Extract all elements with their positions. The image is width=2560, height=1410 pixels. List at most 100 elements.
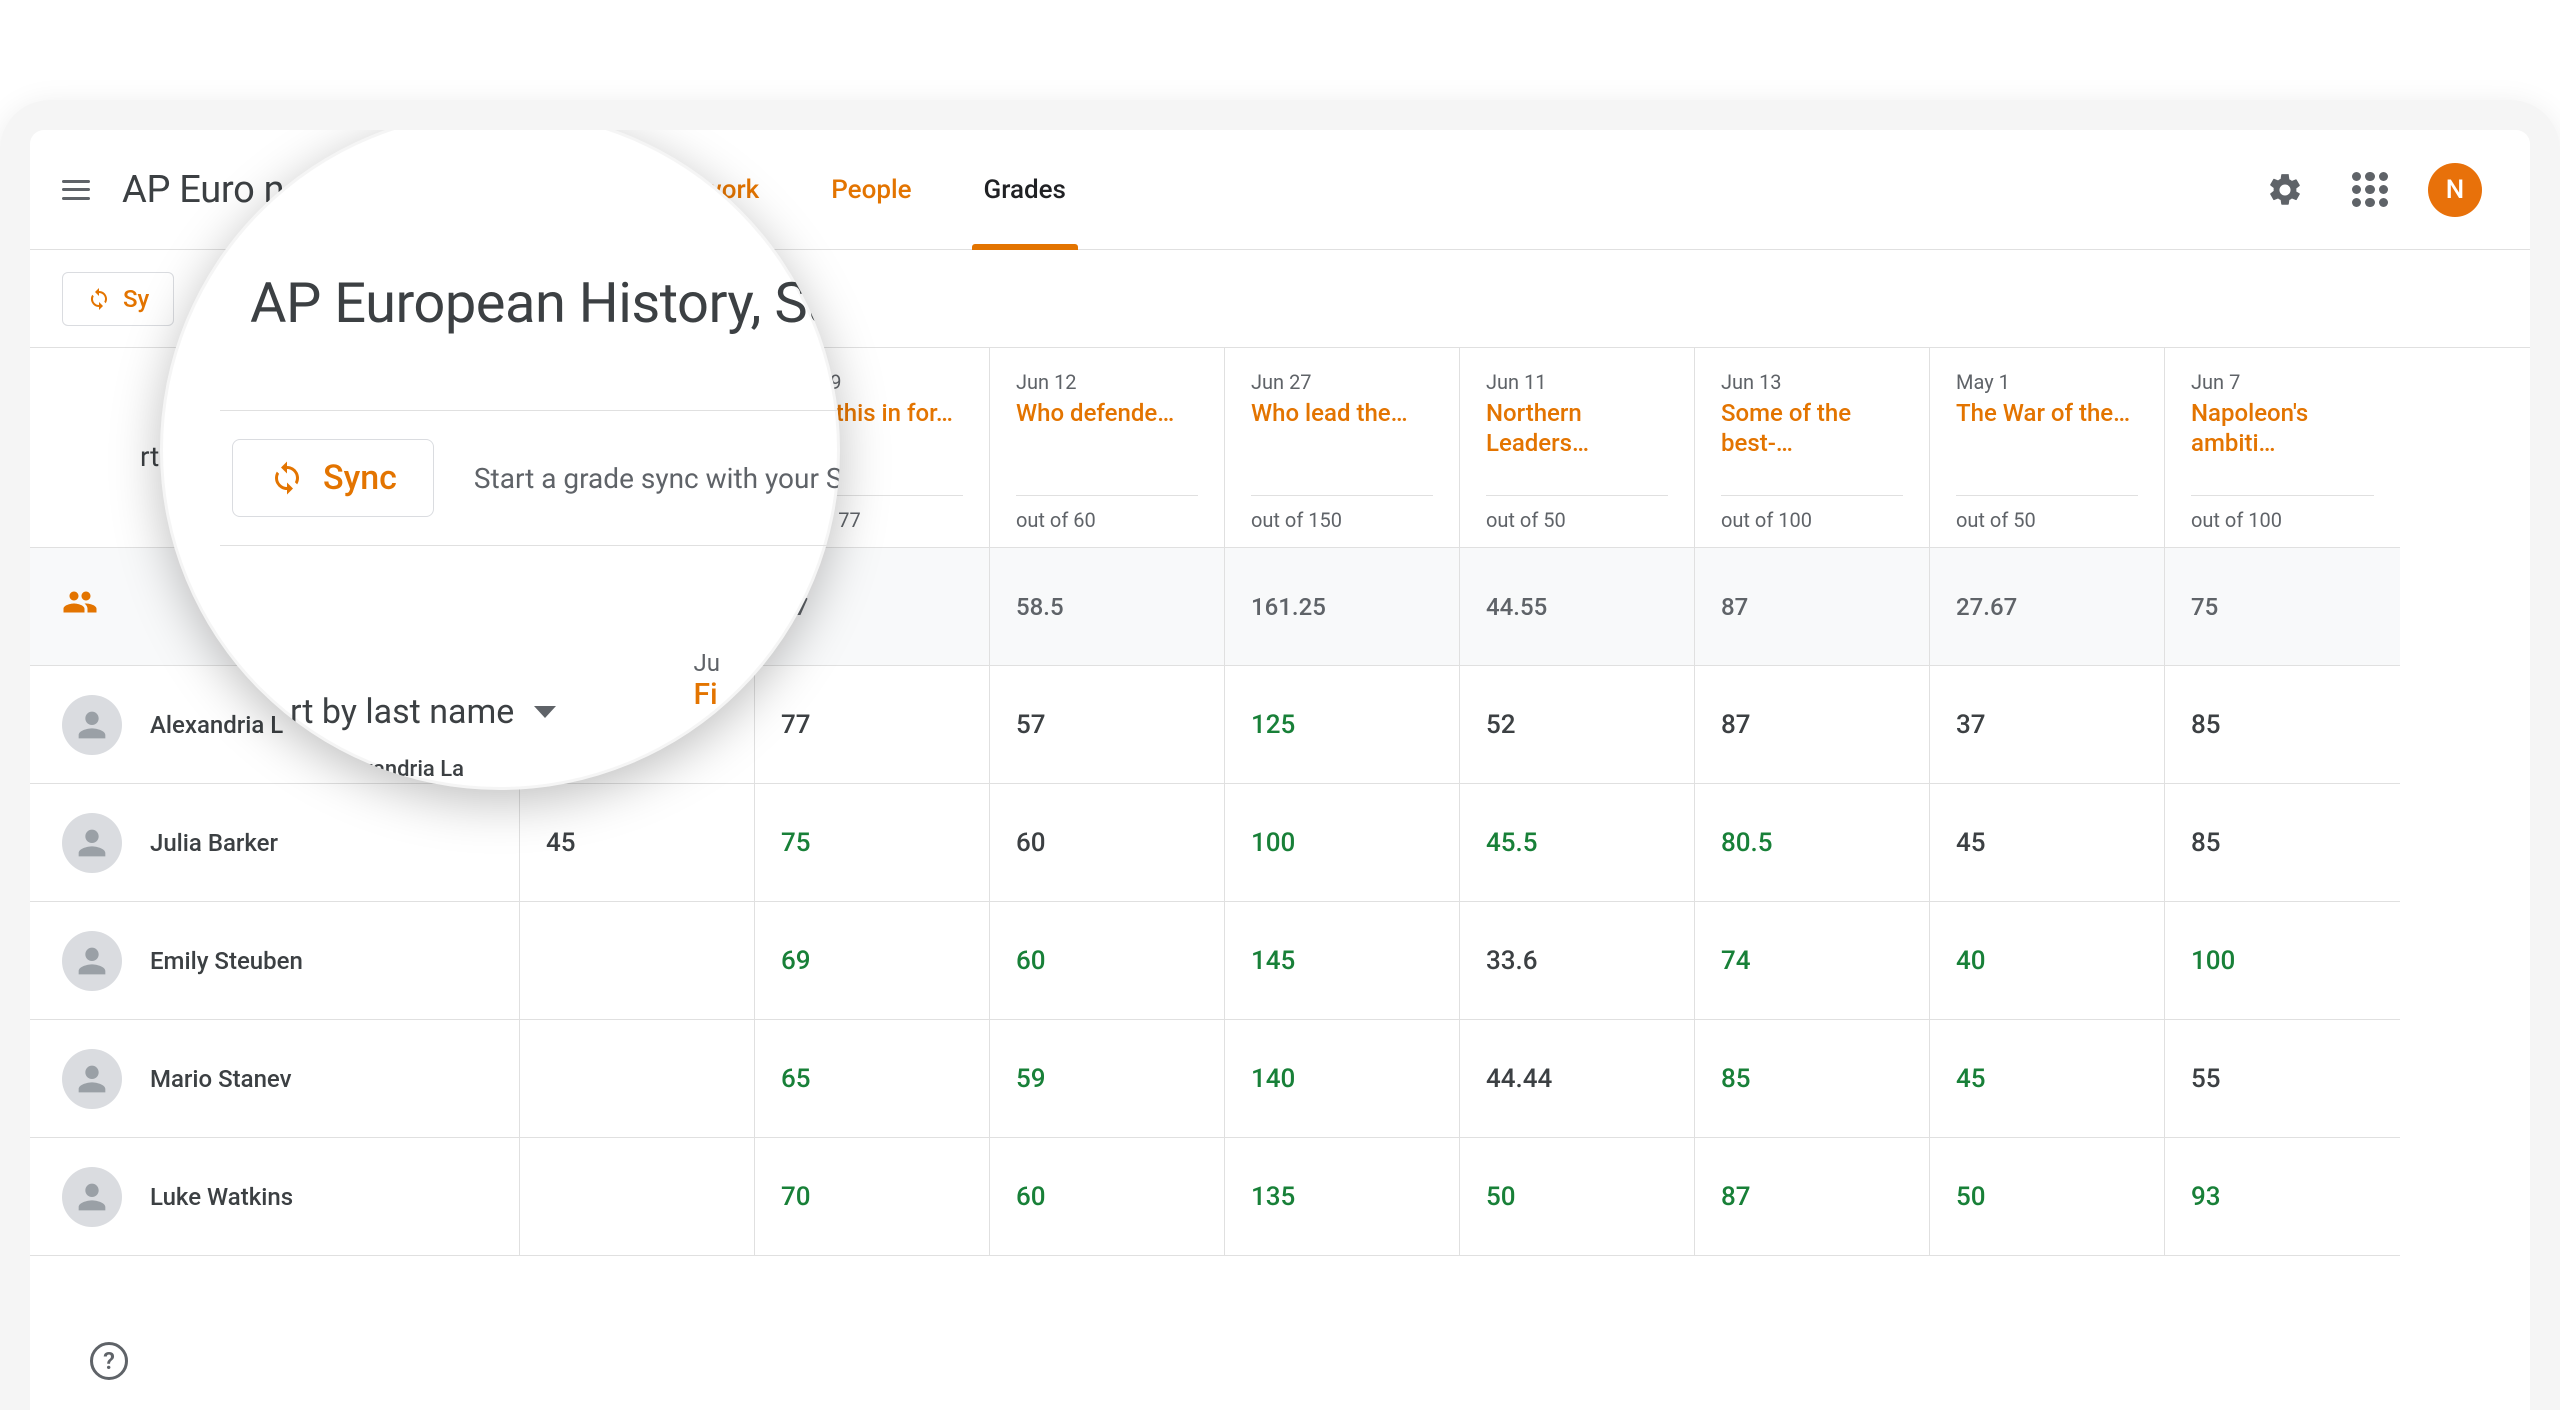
overall-grade-cell[interactable]: 45 [520, 784, 755, 902]
student-name: Julia Barker [150, 829, 278, 857]
assignment-header[interactable]: Jun 13 Some of the best-… out of 100 [1695, 348, 1930, 548]
help-icon[interactable]: ? [90, 1342, 128, 1380]
assignment-header[interactable]: Jun 7 Napoleon's ambiti… out of 100 [2165, 348, 2400, 548]
sync-icon [269, 460, 305, 496]
grade-cell[interactable]: 135 [1225, 1138, 1460, 1256]
class-avg-cell: 58.5 [990, 548, 1225, 666]
assignment-header[interactable]: Jun 11 Northern Leaders… out of 50 [1460, 348, 1695, 548]
grade-cell[interactable]: 69 [755, 902, 990, 1020]
apps-icon[interactable] [2352, 172, 2388, 208]
grade-cell[interactable]: 57 [990, 666, 1225, 784]
grade-cell[interactable]: 93 [2165, 1138, 2400, 1256]
magnified-class-title: AP European History, Su [250, 270, 838, 336]
class-avg-cell: 87 [1695, 548, 1930, 666]
class-avg-cell: 27.67 [1930, 548, 2165, 666]
sync-icon [87, 287, 111, 311]
tab-people[interactable]: People [831, 131, 911, 249]
student-avatar [62, 695, 122, 755]
avatar[interactable]: N [2428, 163, 2482, 217]
grade-cell[interactable]: 52 [1460, 666, 1695, 784]
grade-cell[interactable]: 60 [990, 1138, 1225, 1256]
grade-cell[interactable]: 33.6 [1460, 902, 1695, 1020]
student-avatar [62, 1167, 122, 1227]
tab-grades[interactable]: Grades [984, 131, 1066, 249]
student-name: Emily Steuben [150, 947, 303, 975]
assignment-title: Who defende… [1016, 398, 1198, 428]
grade-cell[interactable]: 45 [1930, 1020, 2165, 1138]
magnified-col-date: Ju [694, 649, 720, 677]
magnified-sync-button[interactable]: Sync [232, 439, 434, 517]
student-row-header[interactable]: Emily Steuben [30, 902, 520, 1020]
grade-cell[interactable]: 85 [2165, 784, 2400, 902]
sync-button-label: Sy [123, 285, 149, 313]
grade-cell[interactable]: 87 [1695, 666, 1930, 784]
grade-cell[interactable]: 44.44 [1460, 1020, 1695, 1138]
assignment-date: Jun 11 [1486, 370, 1668, 394]
grade-cell[interactable]: 45.5 [1460, 784, 1695, 902]
assignment-header[interactable]: Jun 12 Who defende… out of 60 [990, 348, 1225, 548]
grade-cell[interactable]: 45 [1930, 784, 2165, 902]
student-row-header[interactable]: Julia Barker [30, 784, 520, 902]
grade-cell[interactable]: 85 [2165, 666, 2400, 784]
assignment-date: Jun 12 [1016, 370, 1198, 394]
grade-cell[interactable]: 50 [1930, 1138, 2165, 1256]
grade-cell[interactable]: 100 [2165, 902, 2400, 1020]
student-name: Luke Watkins [150, 1183, 293, 1211]
grade-cell[interactable]: 65 [755, 1020, 990, 1138]
assignment-header[interactable]: May 1 The War of the… out of 50 [1930, 348, 2165, 548]
menu-icon[interactable] [62, 176, 90, 204]
overall-grade-cell[interactable] [520, 1138, 755, 1256]
assignment-header[interactable]: Jun 27 Who lead the… out of 150 [1225, 348, 1460, 548]
assignment-outof: out of 50 [1486, 508, 1566, 532]
student-row-header[interactable]: Mario Stanev [30, 1020, 520, 1138]
sync-button[interactable]: Sy [62, 272, 174, 326]
grade-cell[interactable]: 74 [1695, 902, 1930, 1020]
gear-icon[interactable] [2266, 171, 2304, 209]
student-row-header[interactable]: Luke Watkins [30, 1138, 520, 1256]
people-icon [62, 584, 98, 629]
grade-cell[interactable]: 145 [1225, 902, 1460, 1020]
class-avg-cell: 161.25 [1225, 548, 1460, 666]
student-name: Mario Stanev [150, 1065, 292, 1093]
grade-cell[interactable]: 50 [1460, 1138, 1695, 1256]
grade-cell[interactable]: 87 [1695, 1138, 1930, 1256]
assignment-title: Napoleon's ambiti… [2191, 398, 2374, 458]
chevron-down-icon[interactable] [534, 706, 556, 718]
grade-cell[interactable]: 60 [990, 784, 1225, 902]
magnified-col-title: Fi [694, 677, 720, 712]
assignment-outof: out of 60 [1016, 508, 1096, 532]
assignment-date: Jun 7 [2191, 370, 2374, 394]
assignment-date: Jun 13 [1721, 370, 1903, 394]
grade-cell[interactable]: 55 [2165, 1020, 2400, 1138]
assignment-title: Northern Leaders… [1486, 398, 1668, 458]
grade-cell[interactable]: 59 [990, 1020, 1225, 1138]
grade-cell[interactable]: 75 [755, 784, 990, 902]
grade-cell[interactable]: 60 [990, 902, 1225, 1020]
assignment-title: The War of the… [1956, 398, 2138, 428]
assignment-outof: out of 50 [1956, 508, 2036, 532]
assignment-outof: out of 100 [1721, 508, 1812, 532]
assignment-title: Who lead the… [1251, 398, 1433, 428]
magnified-sync-description: Start a grade sync with your SIS [474, 462, 840, 495]
grade-cell[interactable]: 140 [1225, 1020, 1460, 1138]
overall-grade-cell[interactable] [520, 902, 755, 1020]
magnifier-overlay: AP European History, Su Sync Start a gra… [160, 130, 840, 790]
magnified-student-name: Alexandria La [330, 757, 464, 782]
grade-cell[interactable]: 37 [1930, 666, 2165, 784]
grade-cell[interactable]: 100 [1225, 784, 1460, 902]
assignment-date: Jun 27 [1251, 370, 1433, 394]
assignment-date: May 1 [1956, 370, 2138, 394]
grade-cell[interactable]: 125 [1225, 666, 1460, 784]
grade-cell[interactable]: 85 [1695, 1020, 1930, 1138]
magnified-sort-label[interactable]: rt by last name [290, 692, 514, 732]
assignment-outof: out of 100 [2191, 508, 2282, 532]
assignment-outof: out of 150 [1251, 508, 1342, 532]
class-avg-cell: 44.55 [1460, 548, 1695, 666]
grade-cell[interactable]: 70 [755, 1138, 990, 1256]
overall-grade-cell[interactable] [520, 1020, 755, 1138]
student-avatar [62, 1049, 122, 1109]
assignment-title: Some of the best-… [1721, 398, 1903, 458]
grade-cell[interactable]: 40 [1930, 902, 2165, 1020]
class-avg-cell: 75 [2165, 548, 2400, 666]
grade-cell[interactable]: 80.5 [1695, 784, 1930, 902]
